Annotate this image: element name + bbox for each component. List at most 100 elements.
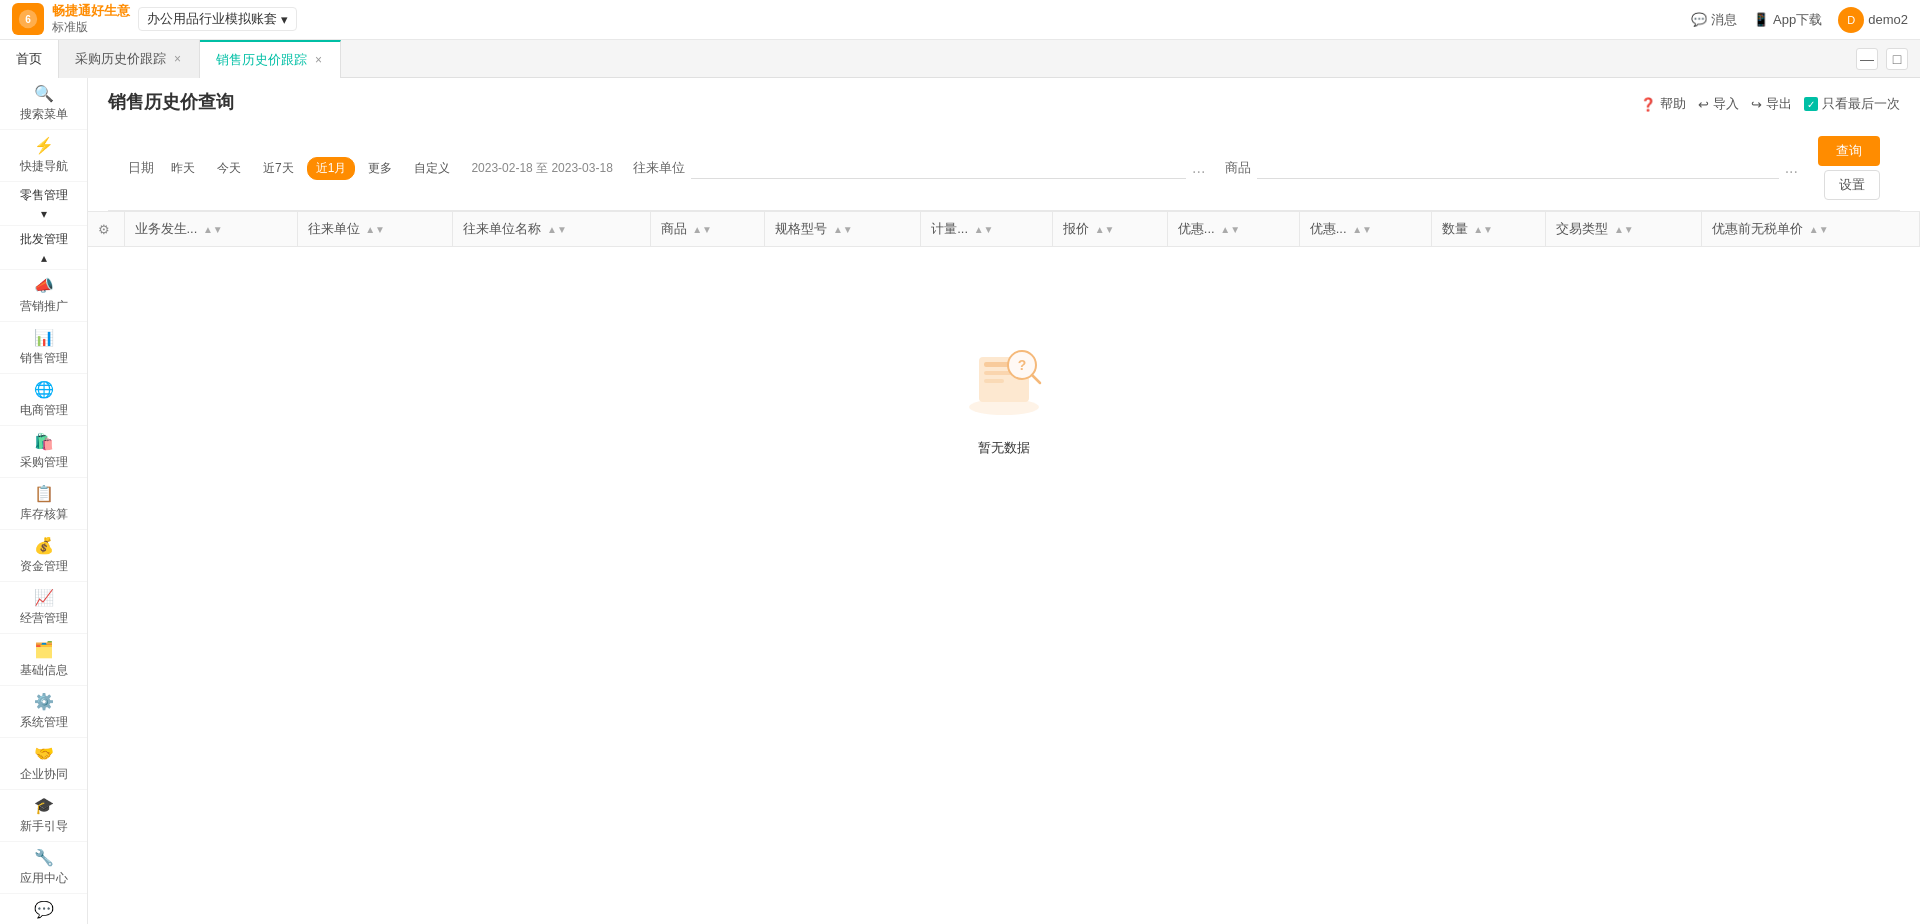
goods-input[interactable] xyxy=(1257,157,1778,179)
brand-name: 畅捷通好生意 xyxy=(52,3,130,20)
col-biz-date-label: 业务发生... xyxy=(135,221,198,236)
sidebar-item-purchase-mgmt[interactable]: 🛍️ 采购管理 xyxy=(0,426,87,478)
checkbox-teal-icon xyxy=(1804,97,1818,111)
col-trade-type[interactable]: 交易类型 ▲▼ xyxy=(1546,212,1702,247)
empty-text: 暂无数据 xyxy=(978,439,1030,457)
sidebar-item-sys-settings[interactable]: ⚙️ 系统管理 xyxy=(0,686,87,738)
finance-icon: 💰 xyxy=(34,536,54,555)
tab-maximize-btn[interactable]: □ xyxy=(1886,48,1908,70)
tab-sales-close-icon[interactable]: × xyxy=(313,52,324,68)
sidebar-item-quick-nav[interactable]: ⚡ 快捷导航 xyxy=(0,130,87,182)
date-btn-last1m[interactable]: 近1月 xyxy=(307,157,356,180)
col-trade-type-label: 交易类型 xyxy=(1556,221,1608,236)
page-header: 销售历史价查询 ❓ 帮助 ↩ 导入 ↪ 导出 xyxy=(88,78,1920,212)
col-quote-label: 报价 xyxy=(1063,221,1089,236)
collab-icon: 🤝 xyxy=(34,744,54,763)
col-unit-label: 计量... xyxy=(931,221,968,236)
sidebar-item-enterprise-wechat[interactable]: 💬 企业微信 xyxy=(0,894,87,924)
sort-icon: ▲▼ xyxy=(547,225,567,235)
workspace-arrow-icon: ▾ xyxy=(281,12,288,27)
date-btn-last7[interactable]: 近7天 xyxy=(254,157,303,180)
partner-more-icon[interactable]: ... xyxy=(1192,159,1205,177)
partner-input[interactable] xyxy=(691,157,1186,179)
sidebar-item-sales-promo[interactable]: 📣 营销推广 xyxy=(0,270,87,322)
col-qty[interactable]: 数量 ▲▼ xyxy=(1431,212,1546,247)
date-btn-yesterday[interactable]: 昨天 xyxy=(162,157,204,180)
col-spec-label: 规格型号 xyxy=(775,221,827,236)
col-quote[interactable]: 报价 ▲▼ xyxy=(1053,212,1168,247)
sidebar-item-label: 快捷导航 xyxy=(20,158,68,175)
col-biz-date[interactable]: 业务发生... ▲▼ xyxy=(124,212,297,247)
sidebar-item-label: 经营管理 xyxy=(20,610,68,627)
table-settings-icon[interactable]: ⚙ xyxy=(98,222,110,237)
tab-purchase-history[interactable]: 采购历史价跟踪 × xyxy=(59,40,200,78)
sidebar-item-label: 系统管理 xyxy=(20,714,68,731)
sidebar-item-ecom-mgmt[interactable]: 🌐 电商管理 xyxy=(0,374,87,426)
tab-actions: — □ xyxy=(1856,48,1920,70)
col-partner-name[interactable]: 往来单位名称 ▲▼ xyxy=(453,212,650,247)
wholesale-mgmt-arrow-icon: ▴ xyxy=(41,251,47,265)
col-qty-label: 数量 xyxy=(1442,221,1468,236)
col-pretax-price[interactable]: 优惠前无税单价 ▲▼ xyxy=(1702,212,1920,247)
sidebar-item-enterprise-collab[interactable]: 🤝 企业协同 xyxy=(0,738,87,790)
sidebar-item-new-guide[interactable]: 🎓 新手引导 xyxy=(0,790,87,842)
sort-icon: ▲▼ xyxy=(1473,225,1493,235)
tab-purchase-close-icon[interactable]: × xyxy=(172,51,183,67)
col-goods[interactable]: 商品 ▲▼ xyxy=(650,212,765,247)
sidebar-item-retail-mgmt[interactable]: 零售管理 ▾ xyxy=(0,182,87,226)
date-btn-more[interactable]: 更多 xyxy=(359,157,401,180)
sort-icon: ▲▼ xyxy=(1614,225,1634,235)
sort-icon: ▲▼ xyxy=(1095,225,1115,235)
content: 销售历史价查询 ❓ 帮助 ↩ 导入 ↪ 导出 xyxy=(88,78,1920,924)
col-unit[interactable]: 计量... ▲▼ xyxy=(921,212,1053,247)
col-settings[interactable]: ⚙ xyxy=(88,212,124,247)
col-partner[interactable]: 往来单位 ▲▼ xyxy=(297,212,453,247)
sidebar-item-app-center[interactable]: 🔧 应用中心 xyxy=(0,842,87,894)
svg-rect-6 xyxy=(984,379,1004,383)
goods-filter: 商品 ... xyxy=(1225,157,1798,179)
sidebar-item-inventory[interactable]: 📋 库存核算 xyxy=(0,478,87,530)
sidebar-item-label: 企业协同 xyxy=(20,766,68,783)
sort-icon: ▲▼ xyxy=(365,225,385,235)
col-discount1-label: 优惠... xyxy=(1178,221,1215,236)
sidebar-item-label: 资金管理 xyxy=(20,558,68,575)
sidebar-item-finance[interactable]: 💰 资金管理 xyxy=(0,530,87,582)
workspace-selector[interactable]: 办公用品行业模拟账套 ▾ xyxy=(138,7,297,31)
tab-sales-history[interactable]: 销售历史价跟踪 × xyxy=(200,40,341,78)
date-btn-today[interactable]: 今天 xyxy=(208,157,250,180)
col-spec[interactable]: 规格型号 ▲▼ xyxy=(765,212,921,247)
username: demo2 xyxy=(1868,12,1908,27)
app-download-btn[interactable]: 📱 App下载 xyxy=(1753,11,1822,29)
import-btn[interactable]: ↩ 导入 xyxy=(1698,95,1739,113)
sidebar-item-basic-info[interactable]: 🗂️ 基础信息 xyxy=(0,634,87,686)
only-last-checkbox[interactable]: 只看最后一次 xyxy=(1804,95,1900,113)
help-btn[interactable]: ❓ 帮助 xyxy=(1640,95,1686,113)
date-btn-custom[interactable]: 自定义 xyxy=(405,157,459,180)
sidebar-item-label: 采购管理 xyxy=(20,454,68,471)
avatar: D xyxy=(1838,7,1864,33)
sidebar-item-label: 新手引导 xyxy=(20,818,68,835)
sidebar-item-label: 搜索菜单 xyxy=(20,106,68,123)
tab-home[interactable]: 首页 xyxy=(0,40,59,78)
goods-more-icon[interactable]: ... xyxy=(1785,159,1798,177)
export-btn[interactable]: ↪ 导出 xyxy=(1751,95,1792,113)
col-discount1[interactable]: 优惠... ▲▼ xyxy=(1167,212,1299,247)
tab-home-label: 首页 xyxy=(16,50,42,68)
sidebar-item-ops-mgmt[interactable]: 📈 经营管理 xyxy=(0,582,87,634)
sort-icon: ▲▼ xyxy=(203,225,223,235)
sidebar-item-sales-mgmt[interactable]: 📊 销售管理 xyxy=(0,322,87,374)
topbar-right: 💬 消息 📱 App下载 D demo2 xyxy=(1691,7,1908,33)
wholesale-mgmt-label: 批发管理 xyxy=(20,231,68,248)
quick-nav-icon: ⚡ xyxy=(34,136,54,155)
wechat-icon: 💬 xyxy=(34,900,54,919)
sidebar-item-search-menu[interactable]: 🔍 搜索菜单 xyxy=(0,78,87,130)
date-label: 日期 xyxy=(128,159,154,177)
settings-button[interactable]: 设置 xyxy=(1824,170,1880,200)
app-icon: 📱 xyxy=(1753,12,1769,27)
message-btn[interactable]: 💬 消息 xyxy=(1691,11,1737,29)
user-menu[interactable]: D demo2 xyxy=(1838,7,1908,33)
col-discount2[interactable]: 优惠... ▲▼ xyxy=(1299,212,1431,247)
tab-minimize-btn[interactable]: — xyxy=(1856,48,1878,70)
sidebar-item-wholesale-mgmt[interactable]: 批发管理 ▴ xyxy=(0,226,87,270)
query-button[interactable]: 查询 xyxy=(1818,136,1880,166)
